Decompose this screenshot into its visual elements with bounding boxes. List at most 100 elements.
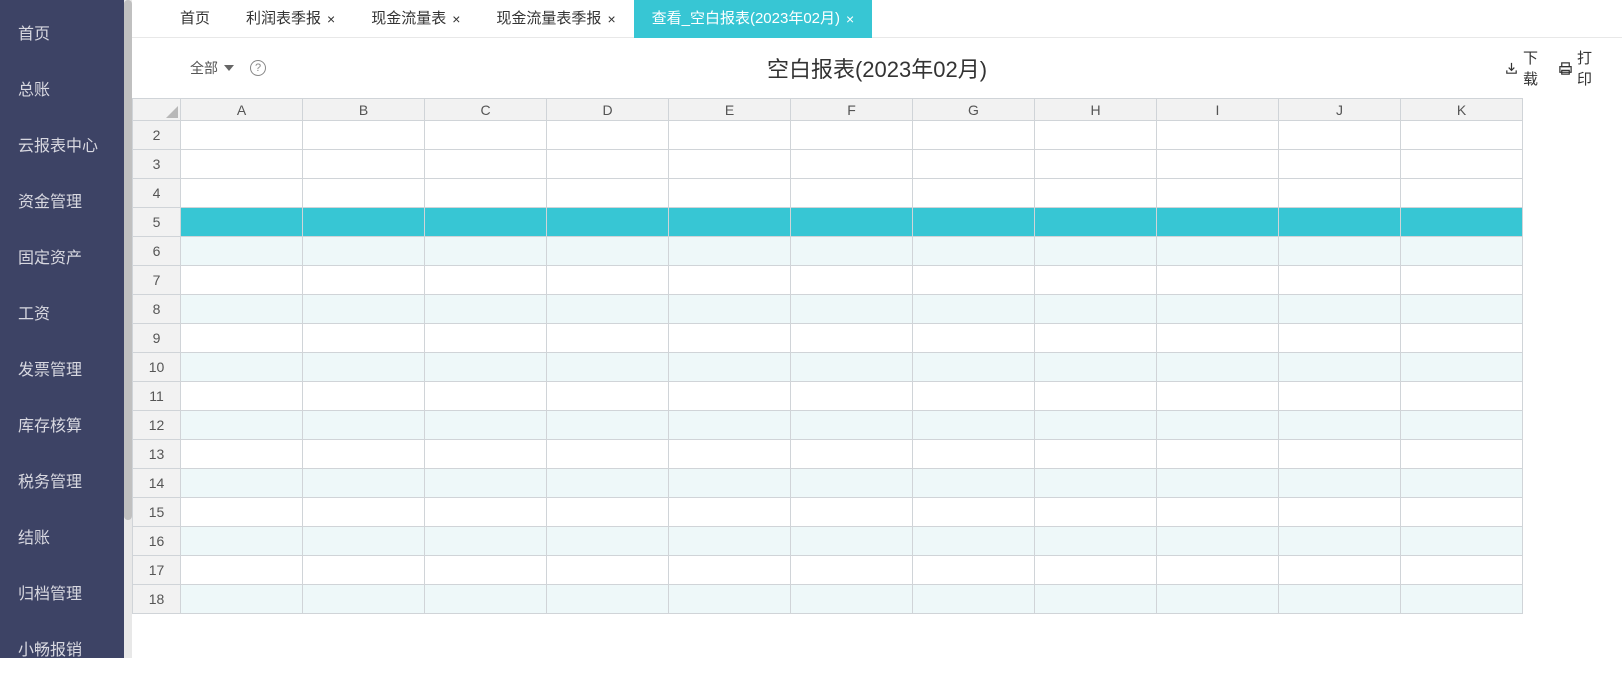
cell[interactable] [425,556,547,585]
cell[interactable] [547,411,669,440]
row-header[interactable]: 7 [133,266,181,295]
cell[interactable] [1279,469,1401,498]
row-header[interactable]: 6 [133,237,181,266]
cell[interactable] [1279,266,1401,295]
cell[interactable] [913,121,1035,150]
cell[interactable] [547,353,669,382]
cell[interactable] [1401,585,1523,614]
tab-cashflow-quarterly[interactable]: 现金流量表季报 × [478,0,633,38]
cell[interactable] [425,295,547,324]
cell[interactable] [547,324,669,353]
cell[interactable] [425,324,547,353]
cell[interactable] [791,121,913,150]
column-header[interactable]: G [913,99,1035,121]
cell[interactable] [1035,295,1157,324]
cell[interactable] [1157,585,1279,614]
cell[interactable] [1157,353,1279,382]
cell[interactable] [303,237,425,266]
cell[interactable] [1035,527,1157,556]
cell[interactable] [181,237,303,266]
cell[interactable] [303,440,425,469]
sidebar-item-archive[interactable]: 归档管理 [0,564,132,620]
cell[interactable] [1401,556,1523,585]
cell[interactable] [669,527,791,556]
cell[interactable] [913,440,1035,469]
cell[interactable] [913,324,1035,353]
cell[interactable] [913,382,1035,411]
sidebar-item-fund-manage[interactable]: 资金管理 [0,172,132,228]
cell[interactable] [1035,353,1157,382]
cell[interactable] [669,179,791,208]
cell[interactable] [791,411,913,440]
cell[interactable] [547,585,669,614]
cell[interactable] [1279,382,1401,411]
row-header[interactable]: 13 [133,440,181,469]
close-icon[interactable]: × [607,0,615,38]
cell[interactable] [913,295,1035,324]
row-header[interactable]: 11 [133,382,181,411]
cell[interactable] [303,324,425,353]
cell[interactable] [1035,440,1157,469]
cell[interactable] [1157,382,1279,411]
cell[interactable] [1401,150,1523,179]
cell[interactable] [913,556,1035,585]
cell[interactable] [1157,150,1279,179]
row-header[interactable]: 9 [133,324,181,353]
cell[interactable] [1401,382,1523,411]
cell[interactable] [669,440,791,469]
sidebar-item-closing[interactable]: 结账 [0,508,132,564]
filter-dropdown[interactable]: 全部 [182,54,242,82]
cell[interactable] [425,353,547,382]
row-header[interactable]: 17 [133,556,181,585]
cell[interactable] [303,585,425,614]
cell[interactable] [181,179,303,208]
cell[interactable] [791,556,913,585]
download-button[interactable]: 下载 [1504,47,1538,89]
cell[interactable] [791,527,913,556]
column-header[interactable]: J [1279,99,1401,121]
print-button[interactable]: 打印 [1558,47,1592,89]
cell[interactable] [1279,440,1401,469]
cell[interactable] [547,440,669,469]
cell[interactable] [1035,585,1157,614]
cell[interactable] [181,498,303,527]
cell[interactable] [669,324,791,353]
cell[interactable] [547,150,669,179]
row-header[interactable]: 5 [133,208,181,237]
cell[interactable] [1157,527,1279,556]
cell[interactable] [181,382,303,411]
cell[interactable] [1157,469,1279,498]
cell[interactable] [791,469,913,498]
cell[interactable] [1035,498,1157,527]
cell[interactable] [1401,237,1523,266]
cell[interactable] [791,382,913,411]
cell[interactable] [913,150,1035,179]
cell[interactable] [913,527,1035,556]
tab-home[interactable]: 首页 [162,0,228,38]
cell[interactable] [1401,527,1523,556]
cell[interactable] [425,150,547,179]
cell[interactable] [913,179,1035,208]
row-header[interactable]: 10 [133,353,181,382]
row-header[interactable]: 12 [133,411,181,440]
cell[interactable] [1035,382,1157,411]
cell[interactable] [547,208,669,237]
cell[interactable] [669,150,791,179]
cell[interactable] [425,237,547,266]
row-header[interactable]: 15 [133,498,181,527]
tab-cashflow[interactable]: 现金流量表 × [353,0,478,38]
cell[interactable] [1157,411,1279,440]
cell[interactable] [181,295,303,324]
sidebar-item-tax[interactable]: 税务管理 [0,452,132,508]
cell[interactable] [425,498,547,527]
cell[interactable] [181,469,303,498]
cell[interactable] [669,469,791,498]
cell[interactable] [1401,498,1523,527]
cell[interactable] [547,121,669,150]
cell[interactable] [669,237,791,266]
cell[interactable] [303,208,425,237]
cell[interactable] [303,527,425,556]
cell[interactable] [303,266,425,295]
sidebar-scrollbar[interactable] [124,0,132,658]
cell[interactable] [791,295,913,324]
